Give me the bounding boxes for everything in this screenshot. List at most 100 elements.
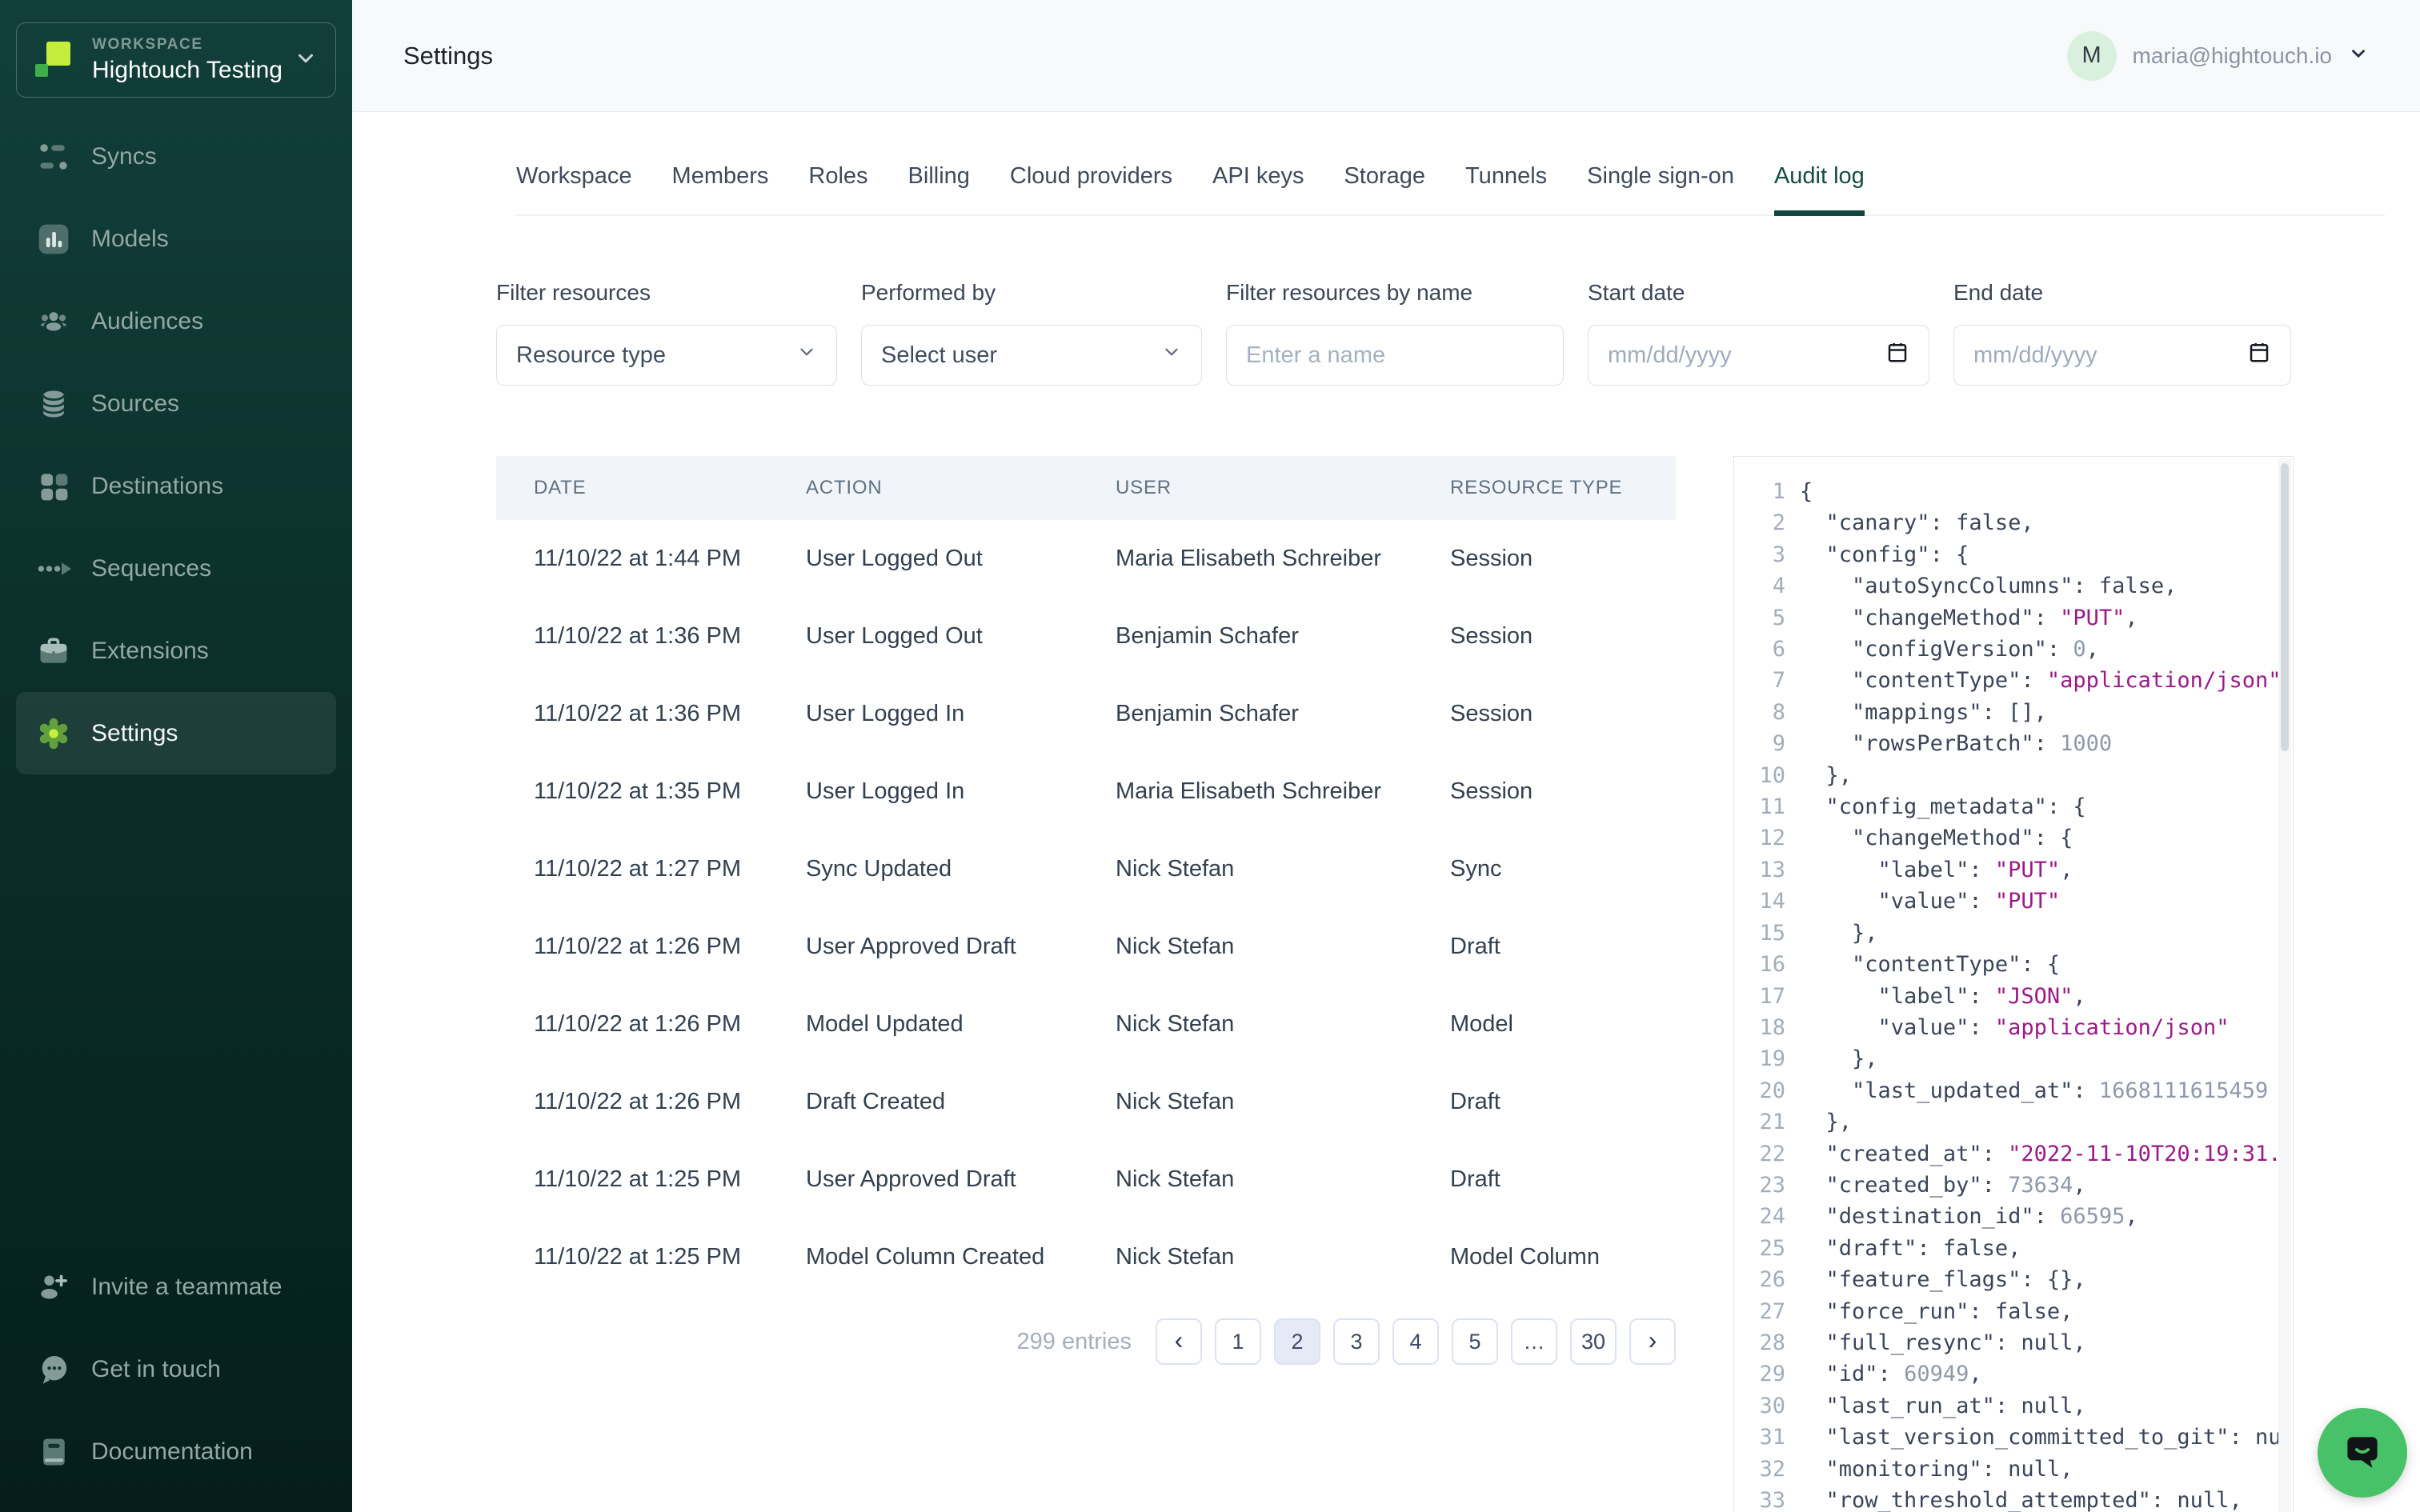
code-text: "draft": false, — [1825, 1235, 2021, 1261]
filter-label: Performed by — [861, 280, 996, 305]
sidebar-item-models[interactable]: Models — [16, 198, 336, 280]
workspace-name: Hightouch Testing — [92, 57, 282, 83]
page-button-2[interactable]: 2 — [1274, 1318, 1320, 1365]
code-text: "force_run": false, — [1825, 1298, 2073, 1324]
line-number: 33 — [1759, 1488, 1785, 1512]
code-text: "changeMethod": "PUT", — [1852, 605, 2138, 630]
line-number: 28 — [1759, 1330, 1785, 1355]
table-cell: Model Updated — [806, 1011, 964, 1037]
page-button-1[interactable]: 1 — [1215, 1318, 1261, 1365]
filter-performed-by: Performed by Select user — [861, 280, 1202, 386]
scrollbar[interactable] — [2278, 458, 2291, 1512]
table-row[interactable]: 11/10/22 at 1:25 PM Model Column Created N… — [496, 1218, 1676, 1296]
chat-smile-icon — [2339, 1428, 2386, 1478]
workspace-selector[interactable]: WORKSPACE Hightouch Testing — [16, 22, 336, 98]
table-row[interactable]: 11/10/22 at 1:25 PM User Approved Draft Ni… — [496, 1141, 1676, 1218]
page-button-5[interactable]: 5 — [1452, 1318, 1498, 1365]
table-cell: 11/10/22 at 1:44 PM — [534, 546, 742, 571]
sidebar-item-invite[interactable]: Invite a teammate — [16, 1246, 336, 1328]
table-header-row: DATE ACTION USER RESOURCE TYPE — [496, 456, 1676, 520]
tab-roles[interactable]: Roles — [808, 163, 867, 216]
tab-audit-log[interactable]: Audit log — [1773, 163, 1865, 216]
start-date-input[interactable]: mm/dd/yyyy — [1588, 325, 1929, 386]
code-text: }, — [1800, 920, 1878, 946]
code-line: 12 "changeMethod": { — [1752, 822, 2282, 854]
table-cell: Maria Elisabeth Schreiber — [1116, 778, 1382, 804]
prev-page-button[interactable]: ‹ — [1156, 1318, 1202, 1365]
sidebar-item-settings[interactable]: Settings — [16, 692, 336, 774]
chat-bubble-icon — [35, 1351, 72, 1388]
line-number: 24 — [1759, 1204, 1785, 1230]
next-page-button[interactable]: › — [1629, 1318, 1676, 1365]
table-row[interactable]: 11/10/22 at 1:26 PM User Approved Draft Ni… — [496, 908, 1676, 986]
tab-billing[interactable]: Billing — [908, 163, 970, 216]
sidebar-item-label: Settings — [91, 719, 178, 746]
sidebar-item-audiences[interactable]: Audiences — [16, 280, 336, 362]
tab-workspace[interactable]: Workspace — [516, 163, 632, 216]
table-cell: Nick Stefan — [1116, 1089, 1235, 1114]
line-number: 2 — [1772, 510, 1785, 536]
resource-name-input[interactable] — [1226, 325, 1564, 386]
sidebar-item-docs[interactable]: Documentation — [16, 1410, 336, 1493]
line-number: 32 — [1759, 1456, 1785, 1482]
table-row[interactable]: 11/10/22 at 1:26 PM Draft Created Nick Ste… — [496, 1063, 1676, 1141]
tab-tunnels[interactable]: Tunnels — [1465, 163, 1547, 216]
sidebar-item-label: Models — [91, 225, 169, 252]
code-text: "label": "JSON", — [1877, 983, 2086, 1009]
sidebar-item-extensions[interactable]: Extensions — [16, 610, 336, 692]
code-line: 29 "id": 60949, — [1752, 1358, 2282, 1390]
sidebar-item-touch[interactable]: Get in touch — [16, 1328, 336, 1410]
table-row[interactable]: 11/10/22 at 1:27 PM Sync Updated Nick Stef… — [496, 830, 1676, 908]
sidebar-item-syncs[interactable]: Syncs — [16, 115, 336, 198]
workspace-info: WORKSPACE Hightouch Testing — [92, 36, 294, 84]
avatar: M — [2066, 30, 2117, 81]
entries-count: 299 entries — [1016, 1328, 1132, 1354]
tab-api-keys[interactable]: API keys — [1212, 163, 1304, 216]
performed-by-dropdown[interactable]: Select user — [861, 325, 1202, 386]
settings-gear-icon — [35, 715, 72, 752]
code-text: }, — [1800, 1110, 1853, 1135]
name-filter-input[interactable] — [1246, 342, 1544, 369]
page-title: Settings — [403, 41, 494, 70]
table-cell: 11/10/22 at 1:26 PM — [534, 1089, 742, 1114]
code-text: "config_metadata": { — [1825, 794, 2086, 820]
code-line: 33 "row_threshold_attempted": null, — [1752, 1485, 2282, 1512]
table-cell: Draft — [1450, 934, 1500, 959]
sidebar-item-destinations[interactable]: Destinations — [16, 445, 336, 527]
ellipsis-button[interactable]: … — [1511, 1318, 1557, 1365]
content-area: Workspace Members Roles Billing Cloud provid… — [352, 112, 2420, 1512]
table-row[interactable]: 11/10/22 at 1:26 PM Model Updated Nick Ste… — [496, 986, 1676, 1063]
tab-single-sign-on[interactable]: Single sign-on — [1587, 163, 1734, 216]
filter-label: Start date — [1588, 280, 1685, 305]
column-header: USER — [1116, 477, 1172, 498]
table-row[interactable]: 11/10/22 at 1:36 PM User Logged In Benjami… — [496, 675, 1676, 753]
table-cell: User Logged Out — [806, 546, 983, 571]
sidebar-item-sequences[interactable]: Sequences — [16, 527, 336, 610]
end-date-input[interactable]: mm/dd/yyyy — [1953, 325, 2291, 386]
tab-members[interactable]: Members — [672, 163, 769, 216]
code-text: "config": { — [1825, 542, 1969, 567]
code-text: "canary": false, — [1825, 510, 2034, 536]
settings-tabs: Workspace Members Roles Billing Cloud provid… — [516, 112, 2385, 216]
table-row[interactable]: 11/10/22 at 1:44 PM User Logged Out Maria … — [496, 520, 1676, 598]
code-text: "changeMethod": { — [1852, 826, 2073, 851]
page-button-30[interactable]: 30 — [1570, 1318, 1617, 1365]
code-text: }, — [1800, 1046, 1878, 1072]
tab-cloud-providers[interactable]: Cloud providers — [1010, 163, 1172, 216]
resource-type-dropdown[interactable]: Resource type — [496, 325, 837, 386]
code-text: "destination_id": 66595, — [1825, 1204, 2138, 1230]
scrollbar-thumb[interactable] — [2281, 463, 2289, 751]
page-button-3[interactable]: 3 — [1333, 1318, 1380, 1365]
table-row[interactable]: 11/10/22 at 1:36 PM User Logged Out Benjam… — [496, 598, 1676, 675]
sidebar-item-label: Sources — [91, 390, 180, 417]
filter-label: Filter resources — [496, 280, 651, 305]
sidebar-item-sources[interactable]: Sources — [16, 362, 336, 445]
user-menu[interactable]: M maria@hightouch.io — [2066, 30, 2369, 81]
tab-storage[interactable]: Storage — [1344, 163, 1425, 216]
page-button-4[interactable]: 4 — [1392, 1318, 1439, 1365]
code-line: 31 "last_version_committed_to_git": null… — [1752, 1422, 2282, 1453]
intercom-chat-button[interactable] — [2318, 1408, 2407, 1498]
line-number: 31 — [1759, 1425, 1785, 1450]
table-row[interactable]: 11/10/22 at 1:35 PM User Logged In Maria E… — [496, 753, 1676, 830]
line-number: 26 — [1759, 1267, 1785, 1293]
